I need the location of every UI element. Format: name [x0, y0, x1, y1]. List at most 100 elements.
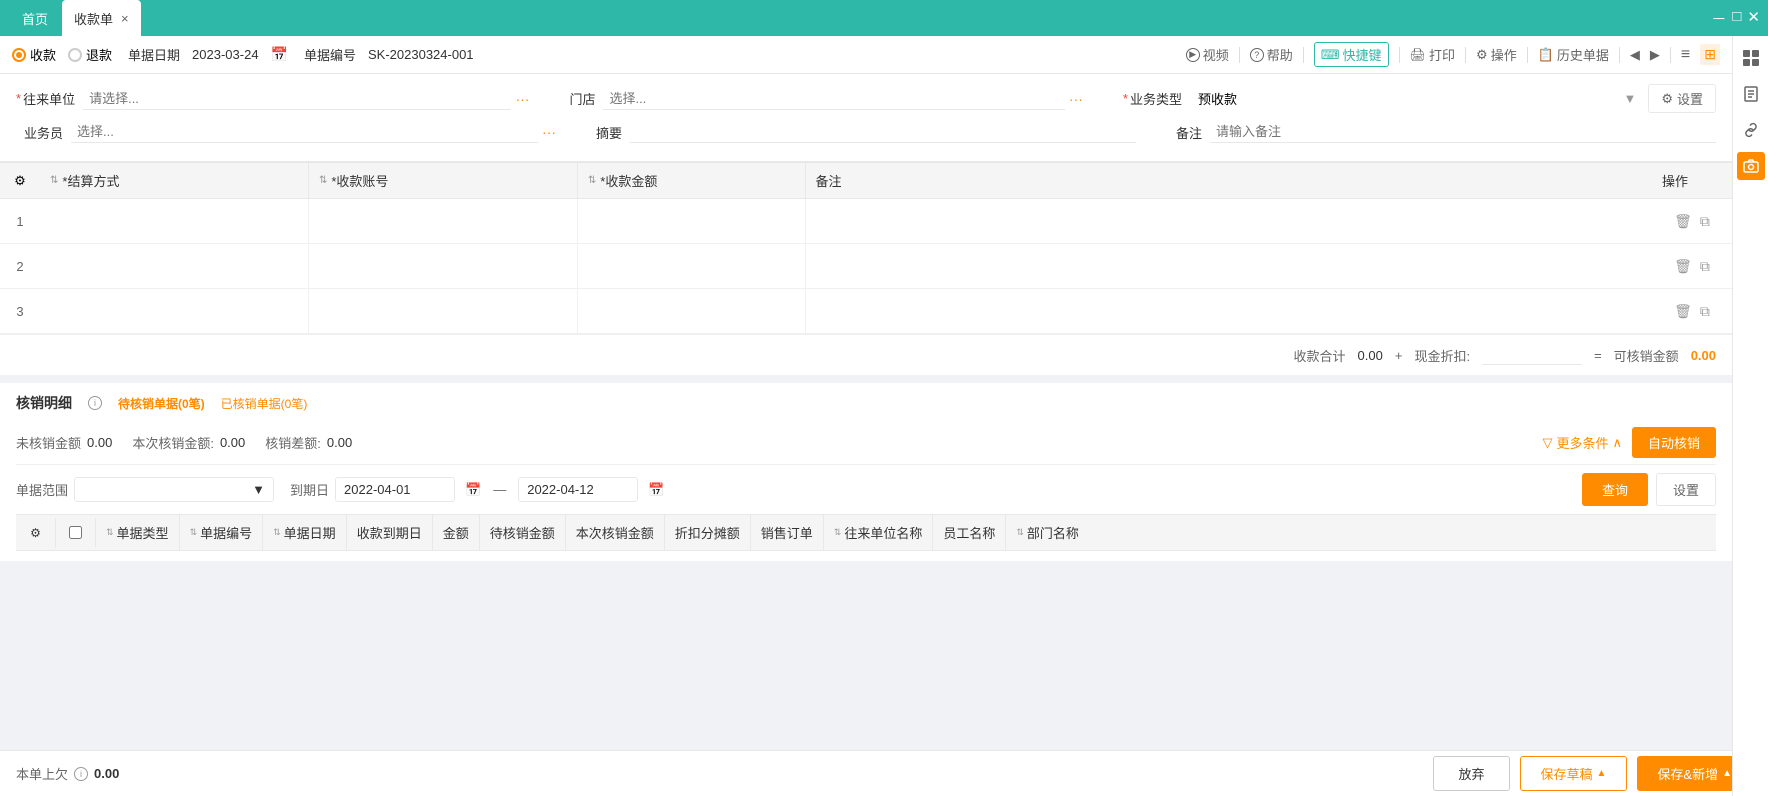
bottom-th-date: ⇅ 单据日期 — [263, 515, 347, 550]
settings-btn[interactable]: ⚙ 设置 — [1648, 84, 1716, 113]
delete-row-2-icon[interactable]: 🗑 — [1674, 258, 1692, 275]
filter-icon: ▽ — [1542, 435, 1552, 451]
tab-bar: 首页 收款单 × － □ ✕ — [0, 0, 1768, 36]
date-to-calendar-icon[interactable]: 📅 — [648, 482, 664, 498]
tab-home[interactable]: 首页 — [8, 0, 62, 36]
range-select[interactable]: ▼ — [74, 477, 274, 502]
staff-more-btn[interactable]: ··· — [542, 124, 556, 140]
row-num-2: 2 — [0, 251, 40, 282]
verify-settings-btn[interactable]: 设置 — [1656, 473, 1716, 506]
table-row: 3 🗑 ⧉ — [0, 289, 1732, 334]
nav-prev-icon[interactable]: ◀ — [1630, 47, 1640, 63]
counterpart-input[interactable] — [83, 88, 511, 110]
store-more-btn[interactable]: ··· — [1069, 91, 1083, 107]
bottom-th-dept: ⇅ 部门名称 — [1006, 515, 1089, 550]
store-input[interactable] — [603, 88, 1064, 110]
calendar-icon[interactable]: 📅 — [271, 46, 288, 63]
sidebar-link-icon[interactable] — [1737, 116, 1765, 144]
td-settlement-1[interactable] — [40, 199, 309, 243]
tab-pending[interactable]: 待核销单据(0笔) — [118, 395, 205, 412]
operation-btn[interactable]: ⚙ 操作 — [1476, 45, 1517, 64]
gear-icon-settings: ⚙ — [1661, 91, 1673, 107]
tab-active-label: 收款单 — [74, 9, 113, 28]
td-amount-1[interactable] — [578, 199, 806, 243]
history-btn[interactable]: 📋 历史单据 — [1538, 45, 1609, 64]
date-to-input[interactable] — [518, 477, 638, 502]
th-amount: ⇅ *收款金额 — [578, 163, 806, 198]
staff-input[interactable] — [71, 121, 538, 143]
save-draft-btn[interactable]: 保存草稿 ▲ — [1520, 756, 1628, 791]
close-window-icon[interactable]: ✕ — [1747, 8, 1760, 29]
td-op-1: 🗑 ⧉ — [1652, 205, 1732, 238]
discount-input[interactable] — [1482, 345, 1582, 365]
view-grid-icon[interactable]: ⊞ — [1700, 44, 1720, 65]
table-gear[interactable]: ⚙ — [0, 165, 40, 197]
bottom-th-gear[interactable]: ⚙ — [16, 518, 56, 548]
tab-active[interactable]: 收款单 × — [62, 0, 141, 36]
tab-close-icon[interactable]: × — [121, 11, 129, 26]
nav-next-icon[interactable]: ▶ — [1650, 47, 1660, 63]
summary-input[interactable] — [630, 121, 1136, 143]
divider7 — [1670, 47, 1671, 63]
abandon-btn[interactable]: 放弃 — [1433, 756, 1509, 791]
verify-title: 核销明细 — [16, 393, 72, 413]
discount-label: 现金折扣: — [1414, 346, 1470, 365]
sidebar-doc-icon[interactable] — [1737, 80, 1765, 108]
date-range-label: 到期日 — [290, 480, 329, 499]
available-label: 可核销金额 — [1614, 346, 1679, 365]
copy-row-1-icon[interactable]: ⧉ — [1700, 213, 1710, 230]
help-btn[interactable]: ? 帮助 — [1250, 45, 1293, 64]
bottom-th-due-date: 收款到期日 — [347, 515, 433, 550]
td-remark-2[interactable] — [806, 244, 1652, 288]
tab-verified[interactable]: 已核销单据(0笔) — [221, 395, 308, 412]
shortcut-btn[interactable]: ⌨ 快捷键 — [1314, 42, 1389, 67]
copy-row-2-icon[interactable]: ⧉ — [1700, 258, 1710, 275]
sidebar-table-icon[interactable] — [1737, 44, 1765, 72]
view-list-icon[interactable]: ≡ — [1681, 46, 1690, 64]
delete-row-3-icon[interactable]: 🗑 — [1674, 303, 1692, 320]
date-from-input[interactable] — [335, 477, 455, 502]
query-btn[interactable]: 查询 — [1582, 473, 1648, 506]
bottom-th-type: ⇅ 单据类型 — [96, 515, 180, 550]
bottom-th-staff: 员工名称 — [933, 515, 1006, 550]
print-btn[interactable]: 🖨 打印 — [1410, 45, 1456, 64]
td-account-2[interactable] — [309, 244, 578, 288]
td-account-3[interactable] — [309, 289, 578, 333]
business-type-arrow[interactable]: ▼ — [1623, 91, 1636, 106]
verify-right-actions: ▽ 更多条件 ∧ 自动核销 — [1542, 427, 1716, 458]
remark-input[interactable] — [1210, 121, 1716, 143]
maximize-icon[interactable]: □ — [1732, 8, 1741, 29]
td-settlement-3[interactable] — [40, 289, 309, 333]
date-from-calendar-icon[interactable]: 📅 — [465, 482, 481, 498]
divider3 — [1399, 47, 1400, 63]
td-amount-3[interactable] — [578, 289, 806, 333]
receipt-radio[interactable]: 收款 — [12, 45, 56, 64]
refund-radio[interactable]: 退款 — [68, 45, 112, 64]
video-btn[interactable]: ▶ 视频 — [1186, 45, 1229, 64]
td-settlement-2[interactable] — [40, 244, 309, 288]
bottom-th-counterpart: ⇅ 往来单位名称 — [824, 515, 934, 550]
td-account-1[interactable] — [309, 199, 578, 243]
counterpart-field: * 往来单位 ··· — [16, 88, 529, 110]
more-conditions-btn[interactable]: ▽ 更多条件 ∧ — [1542, 433, 1622, 452]
bottom-bar: 本单上欠 i 0.00 放弃 保存草稿 ▲ 保存&新增 ▲ — [0, 750, 1768, 796]
th-settlement: ⇅ *结算方式 — [40, 163, 309, 198]
divider4 — [1465, 47, 1466, 63]
history-icon: 📋 — [1538, 47, 1554, 63]
bottom-th-current: 本次核销金额 — [566, 515, 665, 550]
toolbar: 收款 退款 单据日期 2023-03-24 📅 单据编号 SK-20230324… — [0, 36, 1732, 74]
bottom-th-checkbox[interactable] — [56, 518, 96, 547]
unverified-stat: 未核销金额 0.00 — [16, 433, 112, 452]
td-remark-3[interactable] — [806, 289, 1652, 333]
counterpart-more-btn[interactable]: ··· — [515, 91, 529, 107]
keyboard-icon: ⌨ — [1321, 47, 1340, 63]
copy-row-3-icon[interactable]: ⧉ — [1700, 303, 1710, 320]
minimize-icon[interactable]: － — [1711, 8, 1726, 29]
select-all-checkbox[interactable] — [69, 526, 82, 539]
td-remark-1[interactable] — [806, 199, 1652, 243]
table-row: 1 🗑 ⧉ — [0, 199, 1732, 244]
auto-verify-btn[interactable]: 自动核销 — [1632, 427, 1716, 458]
delete-row-1-icon[interactable]: 🗑 — [1674, 213, 1692, 230]
td-amount-2[interactable] — [578, 244, 806, 288]
sidebar-camera-icon[interactable] — [1737, 152, 1765, 180]
